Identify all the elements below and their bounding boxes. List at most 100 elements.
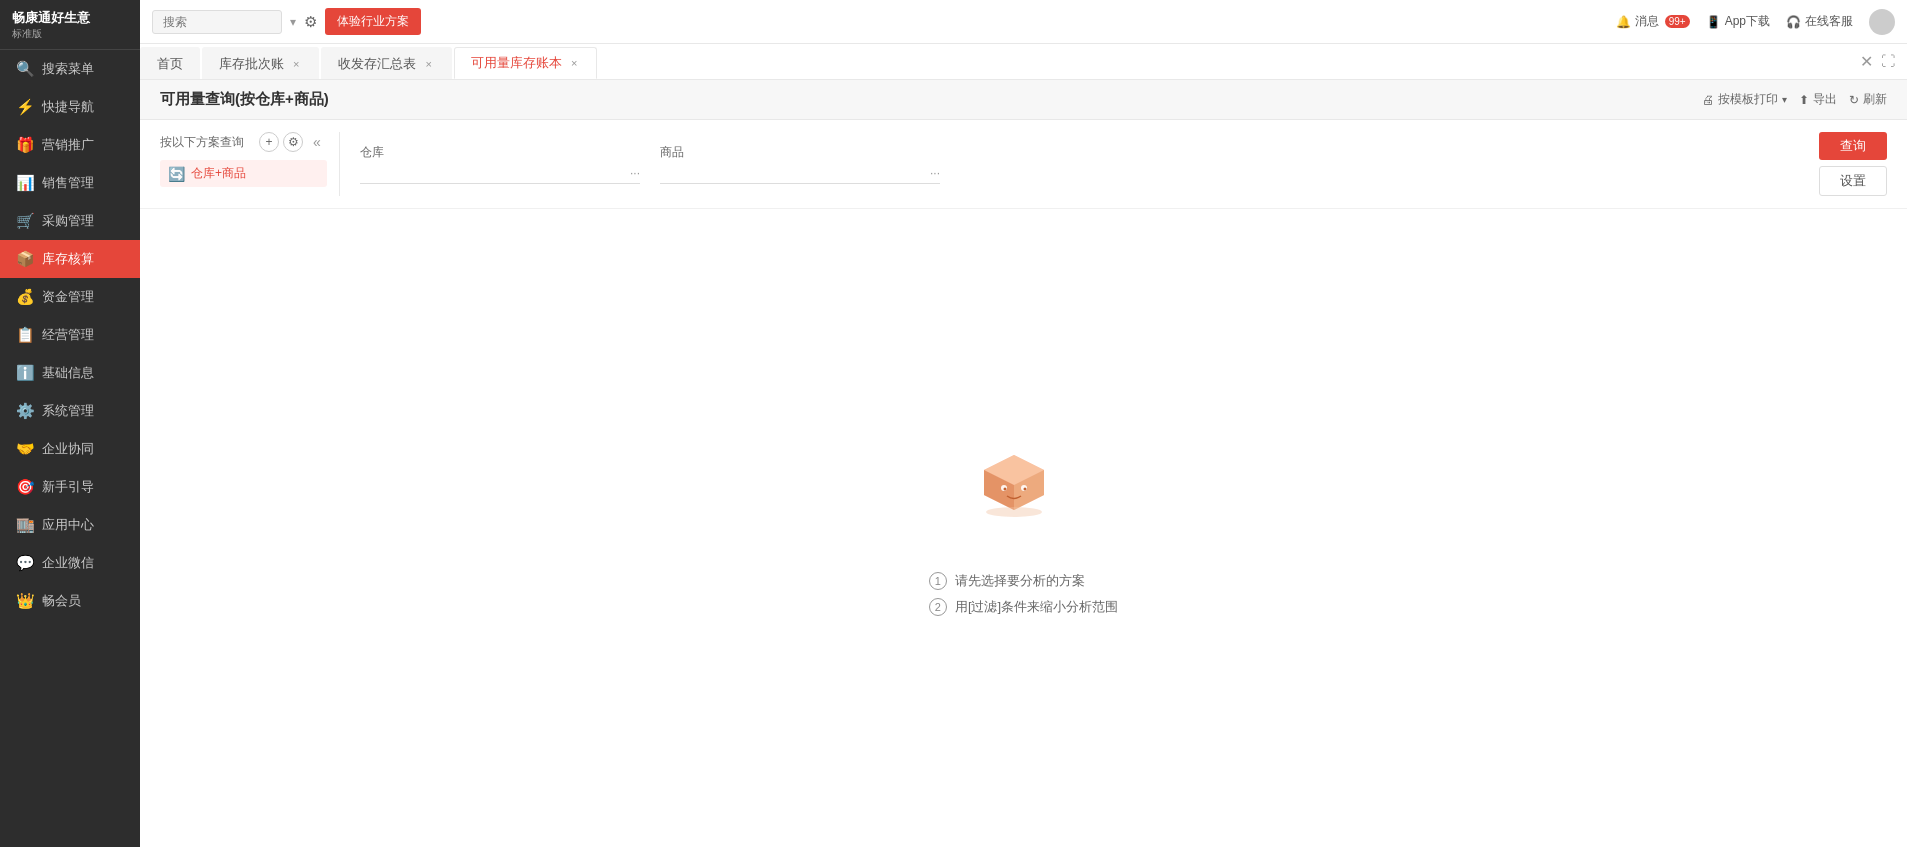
query-btn[interactable]: 查询 <box>1819 132 1887 160</box>
sidebar-item-系统管理[interactable]: ⚙️系统管理 <box>0 392 140 430</box>
goods-label: 商品 <box>660 144 940 161</box>
warehouse-more-btn[interactable]: ··· <box>630 166 640 180</box>
tab-3[interactable]: 可用量库存账本× <box>454 47 597 79</box>
sidebar-icon: ⚙️ <box>16 402 34 420</box>
warehouse-input[interactable] <box>360 166 624 180</box>
tabs-container: 首页库存批次账×收发存汇总表×可用量库存账本× <box>140 47 599 79</box>
app-download-label: App下载 <box>1725 13 1770 30</box>
sidebar-item-label: 销售管理 <box>42 174 94 192</box>
sidebar-item-销售管理[interactable]: 📊销售管理 <box>0 164 140 202</box>
message-badge: 99+ <box>1665 15 1690 28</box>
goods-field: 商品 ··· <box>660 144 940 184</box>
app-download-btn[interactable]: 📱 App下载 <box>1706 13 1770 30</box>
sidebar-item-企业协同[interactable]: 🤝企业协同 <box>0 430 140 468</box>
scheme-icon: 🔄 <box>168 166 185 182</box>
sidebar-item-经营管理[interactable]: 📋 经营管理 <box>0 316 140 354</box>
topbar-right: 🔔 消息 99+ 📱 App下载 🎧 在线客服 <box>1616 9 1895 35</box>
sidebar-item-资金管理[interactable]: 💰资金管理 <box>0 278 140 316</box>
sidebar-item-label: 营销推广 <box>42 136 94 154</box>
tab-label: 首页 <box>157 55 183 73</box>
tabs-right: ✕ ⛶ <box>1848 43 1907 79</box>
tip-item-1: 1 请先选择要分析的方案 <box>929 572 1118 590</box>
refresh-btn[interactable]: ↻ 刷新 <box>1849 91 1887 108</box>
sidebar-item-库存核算[interactable]: 📦 库存核算 <box>0 240 140 278</box>
print-dropdown-icon[interactable]: ▾ <box>1782 94 1787 105</box>
sidebar-item-label: 企业微信 <box>42 554 94 572</box>
sidebar-item-采购管理[interactable]: 🛒 采购管理 <box>0 202 140 240</box>
tab-label: 收发存汇总表 <box>338 55 416 73</box>
search-input[interactable] <box>152 10 282 34</box>
app-title: 畅康通好生意 <box>12 10 128 27</box>
sidebar-item-label: 基础信息 <box>42 364 94 382</box>
avatar[interactable] <box>1869 9 1895 35</box>
tab-2[interactable]: 收发存汇总表 × <box>321 47 451 79</box>
sidebar-icon: ℹ️ <box>16 364 34 382</box>
app-subtitle: 标准版 <box>12 27 128 41</box>
goods-input[interactable] <box>660 166 924 180</box>
tab-close-btn[interactable]: × <box>290 57 302 71</box>
close-tab-btn[interactable]: ✕ <box>1860 52 1873 71</box>
main-area: ▾ ⚙ 体验行业方案 🔔 消息 99+ 📱 App下载 🎧 在线客服 首页 库存批… <box>140 0 1907 847</box>
online-service-btn[interactable]: 🎧 在线客服 <box>1786 13 1853 30</box>
empty-tips: 1 请先选择要分析的方案 2 用[过滤]条件来缩小分析范围 <box>929 572 1118 616</box>
sidebar-item-新手引导[interactable]: 🎯新手引导 <box>0 468 140 506</box>
sidebar-icon: 📦 <box>16 250 34 268</box>
svg-point-6 <box>1003 488 1006 491</box>
export-icon: ⬆ <box>1799 93 1809 107</box>
sidebar-item-基础信息[interactable]: ℹ️ 基础信息 <box>0 354 140 392</box>
sidebar-nav: 🔍 搜索菜单 ⚡快捷导航🎁营销推广📊销售管理 🛒 采购管理 📦 库存核算 💰资金管理 📋 经营管理… <box>0 50 140 847</box>
scheme-label: 按以下方案查询 <box>160 134 244 151</box>
filter-scheme-header: 按以下方案查询 + ⚙ « <box>160 132 327 152</box>
goods-more-btn[interactable]: ··· <box>930 166 940 180</box>
scheme-item-warehouse-goods[interactable]: 🔄 仓库+商品 <box>160 160 327 187</box>
sidebar-item-搜索菜单[interactable]: 🔍 搜索菜单 <box>0 50 140 88</box>
headset-icon: 🎧 <box>1786 15 1801 29</box>
industry-btn[interactable]: 体验行业方案 <box>325 8 421 35</box>
empty-state: 1 请先选择要分析的方案 2 用[过滤]条件来缩小分析范围 <box>140 209 1907 847</box>
svg-point-8 <box>986 507 1042 517</box>
content-area: 可用量查询(按仓库+商品) 🖨 按模板打印 ▾ ⬆ 导出 ↻ 刷新 <box>140 80 1907 847</box>
sidebar-icon: 💬 <box>16 554 34 572</box>
empty-box-svg <box>964 440 1064 540</box>
sidebar-item-label: 库存核算 <box>42 250 94 268</box>
tab-1[interactable]: 库存批次账× <box>202 47 319 79</box>
sidebar-item-label: 经营管理 <box>42 326 94 344</box>
sidebar-item-label: 快捷导航 <box>42 98 94 116</box>
tab-close-btn[interactable]: × <box>568 56 580 70</box>
sidebar-item-应用中心[interactable]: 🏬应用中心 <box>0 506 140 544</box>
export-btn[interactable]: ⬆ 导出 <box>1799 91 1837 108</box>
collapse-scheme-btn[interactable]: « <box>307 132 327 152</box>
sidebar-item-快捷导航[interactable]: ⚡快捷导航 <box>0 88 140 126</box>
sidebar-item-企业微信[interactable]: 💬 企业微信 <box>0 544 140 582</box>
tip-item-2: 2 用[过滤]条件来缩小分析范围 <box>929 598 1118 616</box>
dropdown-icon[interactable]: ▾ <box>290 15 296 29</box>
page-header: 可用量查询(按仓库+商品) 🖨 按模板打印 ▾ ⬆ 导出 ↻ 刷新 <box>140 80 1907 120</box>
tab-0[interactable]: 首页 <box>140 47 200 79</box>
sidebar: 畅康通好生意 标准版 🔍 搜索菜单 ⚡快捷导航🎁营销推广📊销售管理 🛒 采购管理 📦 库存核… <box>0 0 140 847</box>
edit-scheme-btn[interactable]: ⚙ <box>283 132 303 152</box>
sidebar-item-营销推广[interactable]: 🎁营销推广 <box>0 126 140 164</box>
sidebar-item-畅会员[interactable]: 👑畅会员 <box>0 582 140 620</box>
sidebar-icon: 📋 <box>16 326 34 344</box>
sidebar-item-label: 企业协同 <box>42 440 94 458</box>
tab-close-btn[interactable]: × <box>422 57 434 71</box>
message-btn[interactable]: 🔔 消息 99+ <box>1616 13 1690 30</box>
sidebar-item-label: 畅会员 <box>42 592 81 610</box>
expand-btn[interactable]: ⛶ <box>1881 53 1895 69</box>
sidebar-icon: 🔍 <box>16 60 34 78</box>
page-header-actions: 🖨 按模板打印 ▾ ⬆ 导出 ↻ 刷新 <box>1702 91 1887 108</box>
sidebar-icon: 🏬 <box>16 516 34 534</box>
refresh-icon: ↻ <box>1849 93 1859 107</box>
message-label: 消息 <box>1635 13 1659 30</box>
sidebar-icon: 🛒 <box>16 212 34 230</box>
sidebar-item-label: 采购管理 <box>42 212 94 230</box>
goods-input-wrapper: ··· <box>660 163 940 184</box>
settings-btn[interactable]: 设置 <box>1819 166 1887 196</box>
print-btn[interactable]: 🖨 按模板打印 ▾ <box>1702 91 1787 108</box>
sidebar-item-label: 新手引导 <box>42 478 94 496</box>
sidebar-logo: 畅康通好生意 标准版 <box>0 0 140 50</box>
gear-icon[interactable]: ⚙ <box>304 13 317 31</box>
filter-actions: 查询 设置 <box>1799 132 1887 196</box>
sidebar-item-label: 搜索菜单 <box>42 60 94 78</box>
add-scheme-btn[interactable]: + <box>259 132 279 152</box>
